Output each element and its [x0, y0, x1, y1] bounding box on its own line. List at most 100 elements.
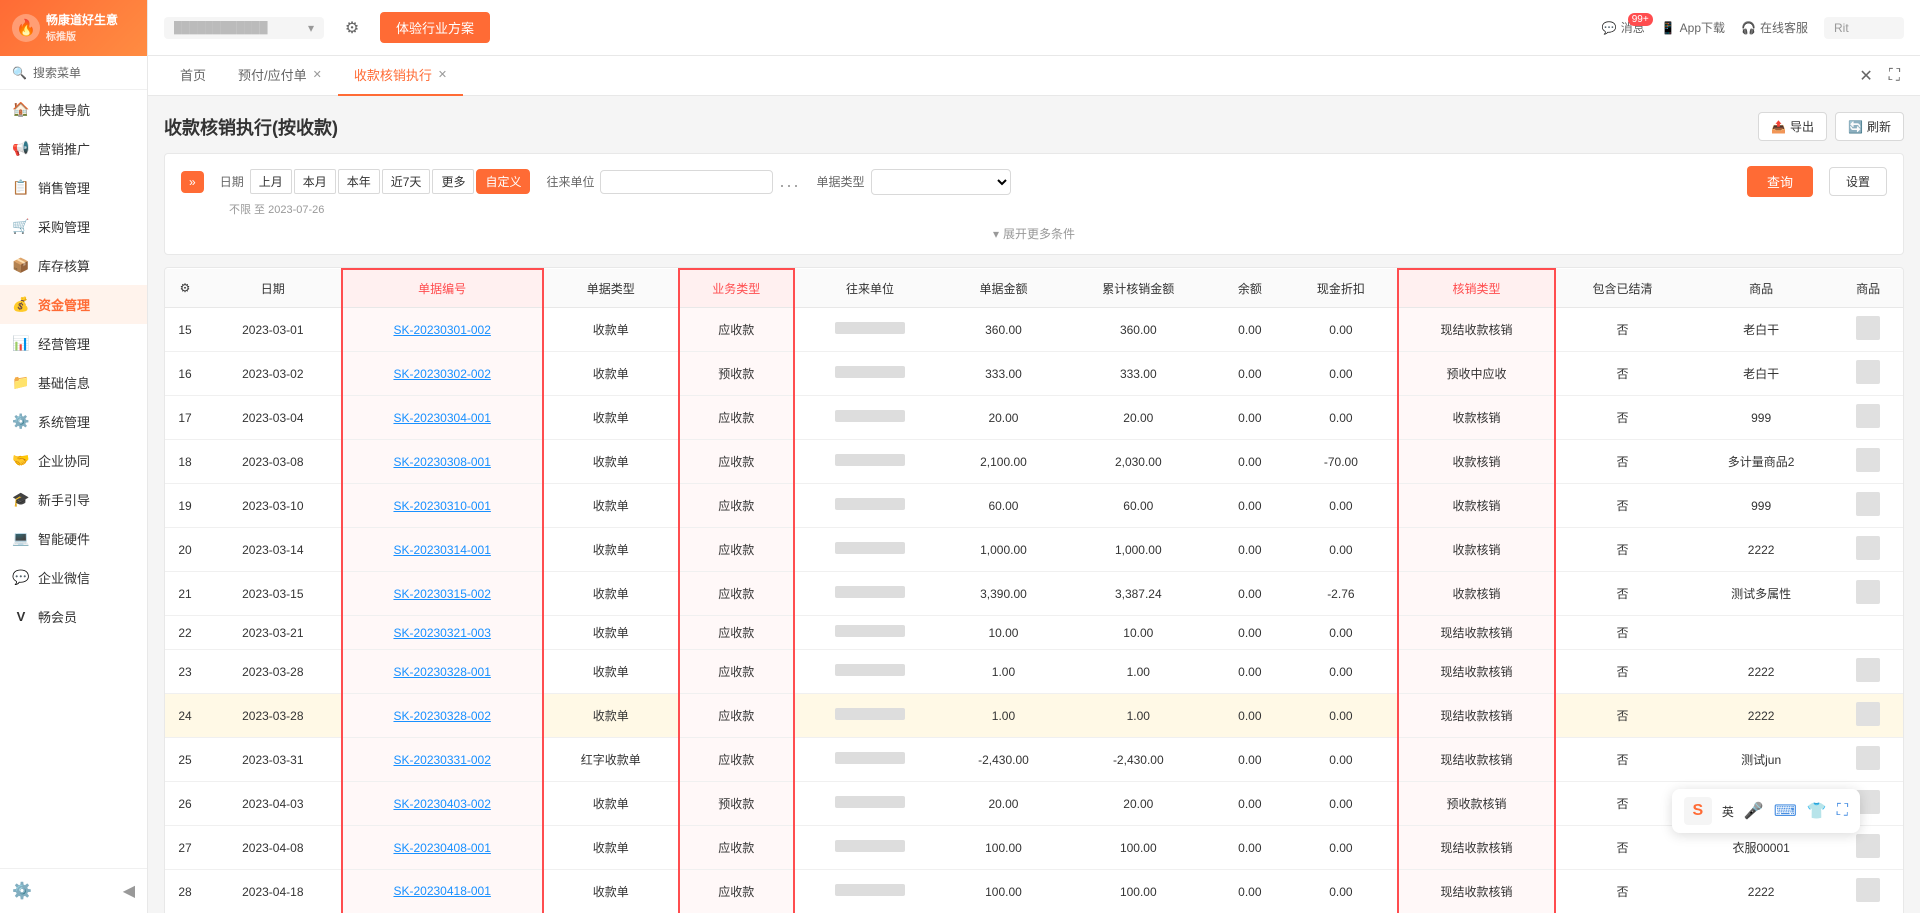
sidebar-item-marketing[interactable]: 📢 营销推广 — [0, 129, 147, 168]
online-service-btn[interactable]: 🎧 在线客服 — [1741, 19, 1808, 36]
sidebar-item-label: 销售管理 — [38, 178, 90, 197]
app-download-btn[interactable]: 📱 App下载 — [1661, 19, 1725, 36]
th-balance[interactable]: 余额 — [1215, 269, 1285, 308]
td-amount: 100.00 — [945, 870, 1061, 913]
td-verified: 20.00 — [1062, 396, 1215, 440]
date-btn-this-month[interactable]: 本月 — [294, 169, 336, 194]
tab-prepayment-close[interactable]: ✕ — [313, 68, 322, 81]
tab-prepayment[interactable]: 预付/应付单 ✕ — [222, 56, 338, 96]
date-btn-custom[interactable]: 自定义 — [476, 169, 530, 194]
doc-no-link[interactable]: SK-20230328-001 — [393, 665, 490, 679]
float-grid-icon[interactable]: ⌨ — [1774, 801, 1797, 821]
th-doc-type[interactable]: 单据类型 — [543, 269, 679, 308]
float-shirt-icon[interactable]: 👕 — [1807, 801, 1827, 821]
td-balance: 0.00 — [1215, 572, 1285, 616]
doc-no-link[interactable]: SK-20230315-002 — [393, 587, 490, 601]
date-filter: 日期 上月 本月 本年 近7天 更多 自定义 — [220, 169, 531, 194]
sidebar-collapse-btn[interactable]: ◀ — [123, 881, 135, 901]
sales-icon: 📋 — [12, 179, 30, 196]
doc-no-link[interactable]: SK-20230301-002 — [393, 323, 490, 337]
tab-collection-close[interactable]: ✕ — [438, 68, 447, 81]
td-doc-type: 红字收款单 — [543, 738, 679, 782]
user-area[interactable]: Rit — [1824, 17, 1904, 39]
table-row: 21 2023-03-15 SK-20230315-002 收款单 应收款 3,… — [165, 572, 1903, 616]
sidebar-item-member[interactable]: V 畅会员 — [0, 597, 147, 636]
td-include-settled: 否 — [1555, 352, 1689, 396]
th-settings[interactable]: ⚙ — [165, 269, 205, 308]
sidebar-item-finance[interactable]: 💰 资金管理 — [0, 285, 147, 324]
th-verify-type[interactable]: 核销类型 — [1398, 269, 1555, 308]
expand-btn[interactable]: ▾ 展开更多条件 — [993, 225, 1075, 242]
sidebar-item-hardware[interactable]: 💻 智能硬件 — [0, 519, 147, 558]
float-mic-icon[interactable]: 🎤 — [1744, 801, 1764, 821]
th-counterparty[interactable]: 往来单位 — [794, 269, 946, 308]
service-icon: 🎧 — [1741, 21, 1756, 35]
sidebar-item-guide[interactable]: 🎓 新手引导 — [0, 480, 147, 519]
date-buttons: 上月 本月 本年 近7天 更多 自定义 — [250, 169, 531, 194]
messages-btn[interactable]: 💬 消息 99+ — [1602, 19, 1645, 36]
service-label: 在线客服 — [1760, 19, 1808, 36]
refresh-btn[interactable]: 🔄 刷新 — [1835, 112, 1904, 141]
setting-btn[interactable]: 设置 — [1829, 167, 1887, 196]
tab-collection[interactable]: 收款核销执行 ✕ — [338, 56, 463, 96]
query-btn[interactable]: 查询 — [1747, 166, 1813, 197]
td-verified: 1,000.00 — [1062, 528, 1215, 572]
tab-expand-btn[interactable]: ⛶ — [1885, 62, 1904, 90]
receipt-type-select[interactable] — [871, 169, 1011, 195]
sidebar-search[interactable]: 🔍 搜索菜单 — [0, 56, 147, 90]
date-btn-7days[interactable]: 近7天 — [382, 169, 431, 194]
doc-no-link[interactable]: SK-20230314-001 — [393, 543, 490, 557]
sidebar-item-inventory[interactable]: 📦 库存核算 — [0, 246, 147, 285]
td-doc-type: 收款单 — [543, 572, 679, 616]
sidebar-item-enterprise[interactable]: 🤝 企业协同 — [0, 441, 147, 480]
date-btn-this-year[interactable]: 本年 — [338, 169, 380, 194]
table-container: ⚙ 日期 单据编号 单据类型 业务类型 往来单位 单据金额 累计核销金额 余额 … — [164, 267, 1904, 913]
solution-btn[interactable]: 体验行业方案 — [380, 12, 490, 43]
td-doc-no: SK-20230314-001 — [342, 528, 543, 572]
td-counterparty — [794, 616, 946, 650]
th-doc-no[interactable]: 单据编号 — [342, 269, 543, 308]
tab-home[interactable]: 首页 — [164, 56, 222, 96]
counterparty-input[interactable] — [600, 170, 773, 194]
doc-no-link[interactable]: SK-20230321-003 — [393, 626, 490, 640]
th-goods2[interactable]: 商品 — [1833, 269, 1903, 308]
th-verified[interactable]: 累计核销金额 — [1062, 269, 1215, 308]
doc-no-link[interactable]: SK-20230403-002 — [393, 797, 490, 811]
th-amount[interactable]: 单据金额 — [945, 269, 1061, 308]
doc-no-link[interactable]: SK-20230304-001 — [393, 411, 490, 425]
sidebar-settings-btn[interactable]: ⚙️ — [12, 881, 32, 901]
td-doc-type: 收款单 — [543, 826, 679, 870]
filter-toggle-btn[interactable]: » — [181, 171, 204, 193]
doc-no-link[interactable]: SK-20230328-002 — [393, 709, 490, 723]
th-biz-type[interactable]: 业务类型 — [679, 269, 794, 308]
topbar-gear-btn[interactable]: ⚙ — [336, 12, 368, 44]
td-biz-type: 预收款 — [679, 782, 794, 826]
export-btn[interactable]: 📤 导出 — [1758, 112, 1827, 141]
doc-no-link[interactable]: SK-20230302-002 — [393, 367, 490, 381]
doc-no-link[interactable]: SK-20230310-001 — [393, 499, 490, 513]
tab-close-btn[interactable]: ✕ — [1855, 62, 1876, 90]
sidebar-item-sales[interactable]: 📋 销售管理 — [0, 168, 147, 207]
th-goods[interactable]: 商品 — [1689, 269, 1833, 308]
messages-badge: 99+ — [1628, 13, 1653, 26]
sidebar-item-basic[interactable]: 📁 基础信息 — [0, 363, 147, 402]
doc-no-link[interactable]: SK-20230331-002 — [393, 753, 490, 767]
td-balance: 0.00 — [1215, 484, 1285, 528]
th-date[interactable]: 日期 — [205, 269, 342, 308]
date-btn-more[interactable]: 更多 — [432, 169, 474, 194]
sidebar-item-quick[interactable]: 🏠 快捷导航 — [0, 90, 147, 129]
date-btn-last-month[interactable]: 上月 — [250, 169, 292, 194]
th-include-settled[interactable]: 包含已结清 — [1555, 269, 1689, 308]
td-goods2 — [1833, 308, 1903, 352]
td-counterparty — [794, 528, 946, 572]
th-discount[interactable]: 现金折扣 — [1285, 269, 1398, 308]
sidebar-item-operations[interactable]: 📊 经营管理 — [0, 324, 147, 363]
sidebar-item-wechat[interactable]: 💬 企业微信 — [0, 558, 147, 597]
doc-no-link[interactable]: SK-20230408-001 — [393, 841, 490, 855]
float-expand-icon[interactable]: ⛶ — [1837, 802, 1848, 820]
sidebar-item-purchase[interactable]: 🛒 采购管理 — [0, 207, 147, 246]
topbar-dropdown[interactable]: ████████████ ▾ — [164, 17, 324, 39]
doc-no-link[interactable]: SK-20230418-001 — [393, 884, 490, 898]
doc-no-link[interactable]: SK-20230308-001 — [393, 455, 490, 469]
sidebar-item-system[interactable]: ⚙️ 系统管理 — [0, 402, 147, 441]
